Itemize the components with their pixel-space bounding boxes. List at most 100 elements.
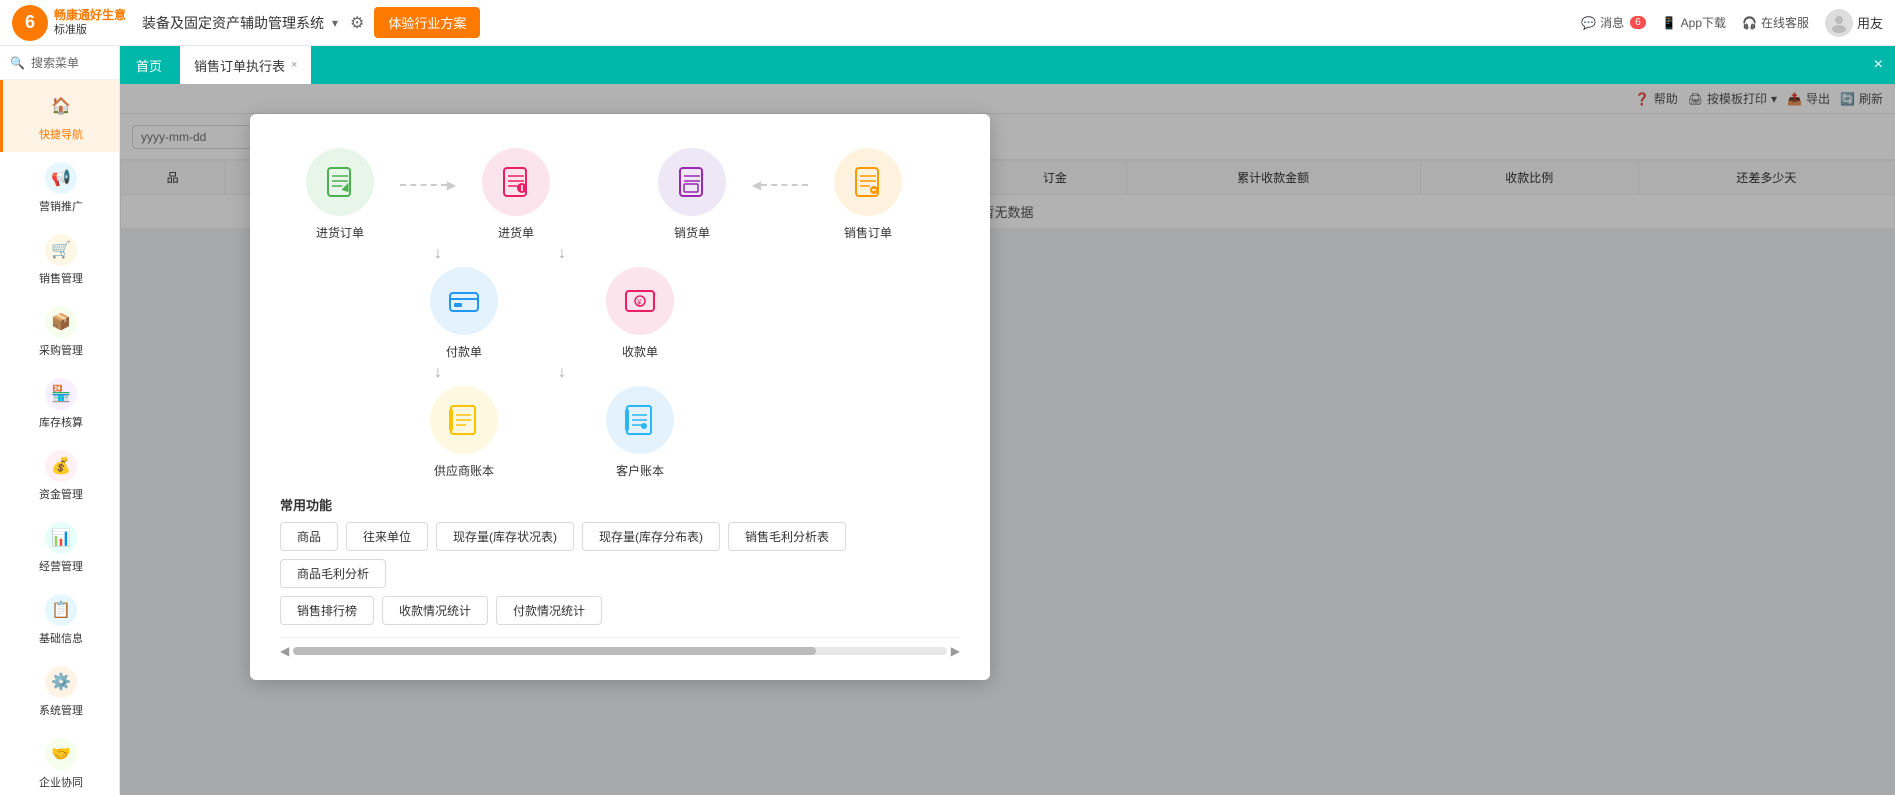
cf-btn-stock-dist[interactable]: 现存量(库存分布表) (582, 522, 720, 551)
finance-icon: 💰 (45, 450, 77, 482)
flow-node-payment[interactable]: 付款单 (404, 267, 524, 360)
avatar (1825, 9, 1853, 37)
sidebar: 🔍 搜索菜单 🏠 快捷导航 📢 营销推广 🛒 销售管理 📦 采购管理 🏪 库存核… (0, 46, 120, 795)
scrollbar-area: ◀ ▶ (280, 637, 960, 660)
tab-bar: 首页 销售订单执行表 × × (120, 46, 1895, 84)
sidebar-label-marketing: 营销推广 (39, 198, 83, 214)
scroll-left-btn[interactable]: ◀ (280, 644, 289, 658)
purchase-bill-icon (482, 148, 550, 216)
operation-icon: 📊 (45, 522, 77, 554)
cf-btn-sales-gross[interactable]: 销售毛利分析表 (728, 522, 846, 551)
flow-label-receipt: 收款单 (622, 343, 658, 360)
customer-ledger-icon (606, 386, 674, 454)
flow-node-purchase-order[interactable]: 进货订单 (280, 148, 400, 241)
flow-label-sales-bill: 销货单 (674, 224, 710, 241)
arrow-h2: ◀ (752, 178, 808, 192)
mobile-icon: 📱 (1662, 16, 1677, 30)
sidebar-label-operation: 经营管理 (39, 558, 83, 574)
search-icon: 🔍 (10, 56, 25, 70)
flow-node-customer-ledger[interactable]: 客户账本 (580, 386, 700, 479)
headset-icon: 🎧 (1742, 16, 1757, 30)
cf-btn-product[interactable]: 商品 (280, 522, 338, 551)
sidebar-item-inventory[interactable]: 🏪 库存核算 (0, 368, 119, 440)
message-icon: 💬 (1581, 16, 1596, 30)
flow-node-supplier-ledger[interactable]: 供应商账本 (404, 386, 524, 479)
app-download-btn[interactable]: 📱 App下载 (1662, 14, 1726, 31)
modal-overlay: 进货订单 ▶ (120, 84, 1895, 795)
v-arrow-receipt: ↓ (528, 364, 596, 382)
online-service-btn[interactable]: 🎧 在线客服 (1742, 14, 1809, 31)
flow-node-receipt[interactable]: ¥ 收款单 (580, 267, 700, 360)
v-arrow-purchase-bill: ↓ (404, 245, 472, 263)
sidebar-label-quick-nav: 快捷导航 (39, 126, 83, 142)
sidebar-item-quick-nav[interactable]: 🏠 快捷导航 (0, 80, 119, 152)
v-arrow-payment: ↓ (404, 364, 472, 382)
scrollbar-thumb (293, 647, 816, 655)
logo-icon: 6 (12, 5, 48, 41)
sales-order-icon (834, 148, 902, 216)
flow-label-supplier-ledger: 供应商账本 (434, 462, 494, 479)
cf-btn-payment-stats[interactable]: 付款情况统计 (496, 596, 602, 625)
tab-sales-order[interactable]: 销售订单执行表 × (180, 46, 311, 84)
sidebar-search[interactable]: 🔍 搜索菜单 (0, 46, 119, 80)
flow-area: 进货订单 ▶ (280, 138, 960, 479)
logo-text: 畅康通好生意 标准版 (54, 8, 126, 38)
logo-area: 6 畅康通好生意 标准版 (12, 5, 132, 41)
message-btn[interactable]: 💬 消息 6 (1581, 14, 1646, 31)
system-dropdown-btn[interactable]: ▾ (332, 16, 338, 30)
flow-label-sales-order: 销售订单 (844, 224, 892, 241)
modal: 进货订单 ▶ (250, 114, 990, 680)
sidebar-label-system: 系统管理 (39, 702, 83, 718)
flow-node-sales-bill[interactable]: 销货单 (632, 148, 752, 241)
purchase-icon: 📦 (45, 306, 77, 338)
common-functions: 常用功能 商品 往来单位 现存量(库存状况表) 现存量(库存分布表) 销售毛利分… (280, 495, 960, 625)
sidebar-item-system[interactable]: ⚙️ 系统管理 (0, 656, 119, 728)
sidebar-item-finance[interactable]: 💰 资金管理 (0, 440, 119, 512)
cf-title: 常用功能 (280, 495, 960, 514)
sidebar-item-marketing[interactable]: 📢 营销推广 (0, 152, 119, 224)
cf-buttons-row2: 销售排行榜 收款情况统计 付款情况统计 (280, 596, 960, 625)
enterprise-icon: 🤝 (45, 738, 77, 770)
sidebar-label-basic: 基础信息 (39, 630, 83, 646)
sidebar-item-enterprise[interactable]: 🤝 企业协同 (0, 728, 119, 795)
system-icon: ⚙️ (45, 666, 77, 698)
sidebar-item-basic[interactable]: 📋 基础信息 (0, 584, 119, 656)
arrow-h1: ▶ (400, 178, 456, 192)
scrollbar-track[interactable] (293, 647, 947, 655)
payment-icon (430, 267, 498, 335)
page-content: ❓ 帮助 🖨 按模板打印 ▾ 📤 导出 🔄 刷新 (120, 84, 1895, 795)
cf-btn-product-gross[interactable]: 商品毛利分析 (280, 559, 386, 588)
user-area[interactable]: 用友 (1825, 9, 1883, 37)
cf-btn-receipt-stats[interactable]: 收款情况统计 (382, 596, 488, 625)
system-title: 装备及固定资产辅助管理系统 (142, 13, 324, 33)
flow-label-purchase-order: 进货订单 (316, 224, 364, 241)
purchase-order-icon (306, 148, 374, 216)
cf-btn-partner[interactable]: 往来单位 (346, 522, 428, 551)
content-area: 首页 销售订单执行表 × × ❓ 帮助 🖨 按模板打印 ▾ (120, 46, 1895, 795)
cf-btn-stock-status[interactable]: 现存量(库存状况表) (436, 522, 574, 551)
flow-label-purchase-bill: 进货单 (498, 224, 534, 241)
trial-button[interactable]: 体验行业方案 (374, 7, 480, 38)
scroll-right-btn[interactable]: ▶ (951, 644, 960, 658)
tab-home[interactable]: 首页 (120, 46, 178, 84)
top-header: 6 畅康通好生意 标准版 装备及固定资产辅助管理系统 ▾ ⚙ 体验行业方案 💬 … (0, 0, 1895, 46)
sidebar-label-finance: 资金管理 (39, 486, 83, 502)
supplier-ledger-icon (430, 386, 498, 454)
marketing-icon: 📢 (45, 162, 77, 194)
cf-buttons: 商品 往来单位 现存量(库存状况表) 现存量(库存分布表) 销售毛利分析表 商品… (280, 522, 960, 588)
flow-node-sales-order[interactable]: 销售订单 (808, 148, 928, 241)
user-name: 用友 (1857, 13, 1883, 32)
sidebar-label-enterprise: 企业协同 (39, 774, 83, 790)
cf-btn-sales-rank[interactable]: 销售排行榜 (280, 596, 374, 625)
sidebar-item-operation[interactable]: 📊 经营管理 (0, 512, 119, 584)
quick-nav-icon: 🏠 (45, 90, 77, 122)
settings-icon-btn[interactable]: ⚙ (350, 13, 364, 33)
tab-close-icon[interactable]: × (291, 60, 297, 71)
flow-node-purchase-bill[interactable]: 进货单 (456, 148, 576, 241)
v-arrow-sales-bill: ↓ (528, 245, 596, 263)
sidebar-item-purchase[interactable]: 📦 采购管理 (0, 296, 119, 368)
main-layout: 🔍 搜索菜单 🏠 快捷导航 📢 营销推广 🛒 销售管理 📦 采购管理 🏪 库存核… (0, 46, 1895, 795)
sidebar-item-sales[interactable]: 🛒 销售管理 (0, 224, 119, 296)
tab-bar-close-btn[interactable]: × (1862, 46, 1895, 84)
flow-label-customer-ledger: 客户账本 (616, 462, 664, 479)
